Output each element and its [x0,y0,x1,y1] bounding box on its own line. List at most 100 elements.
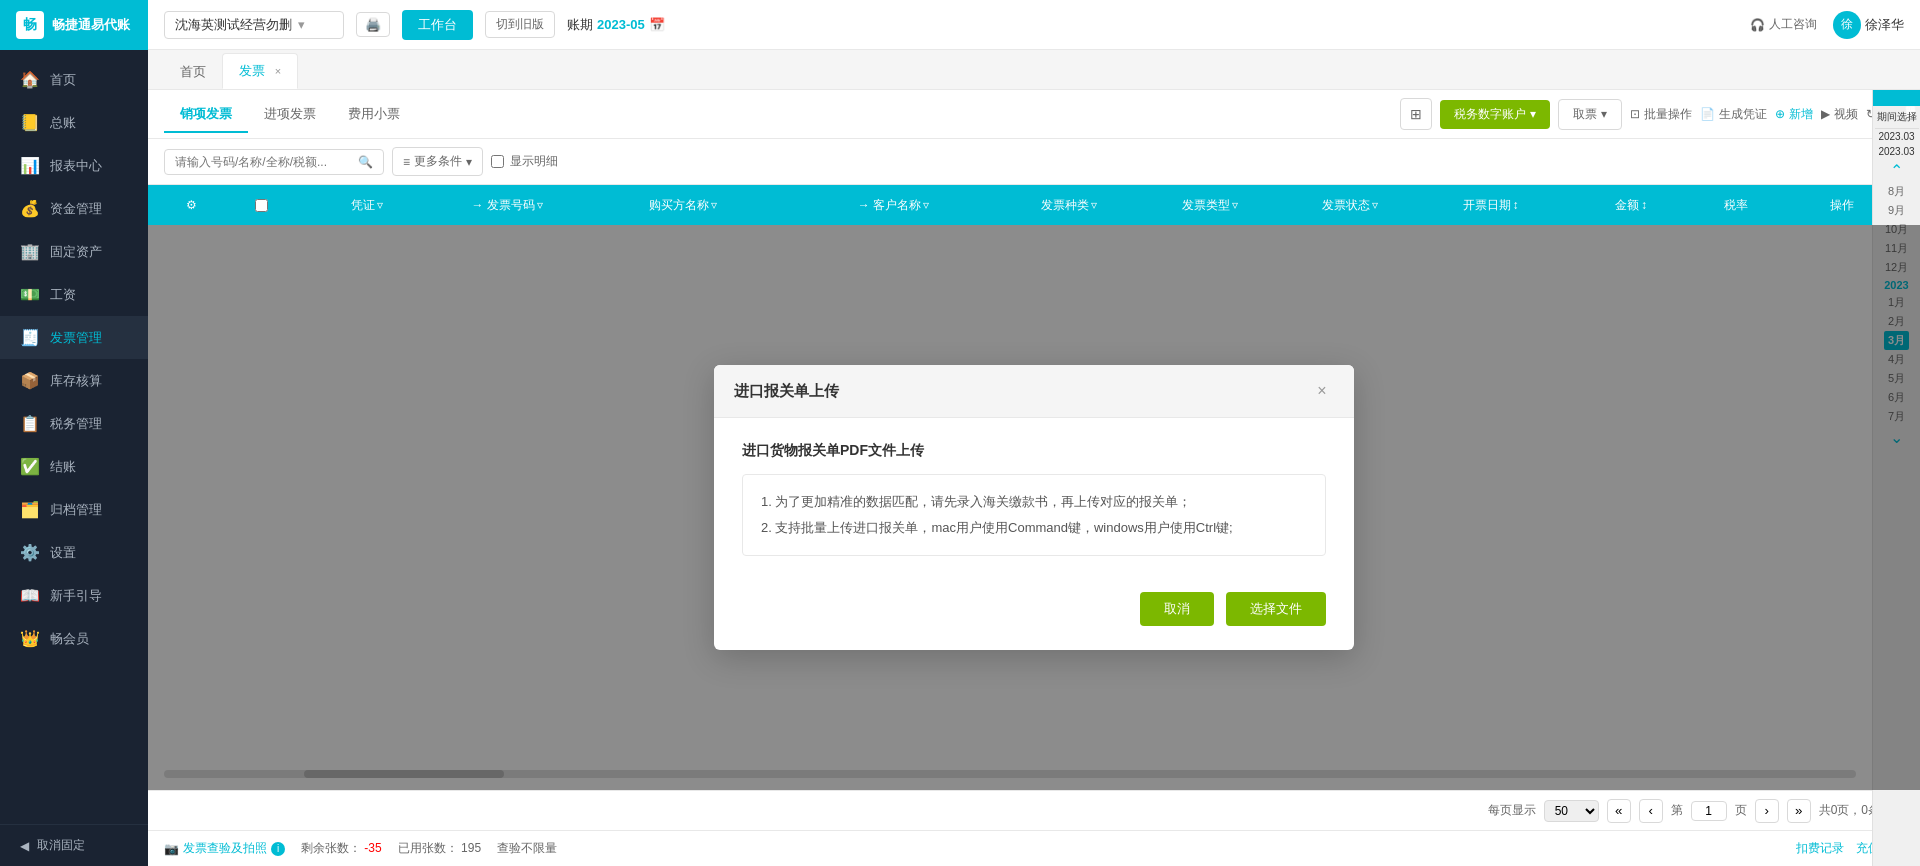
member-icon: 👑 [20,629,40,648]
cancel-ticket-button[interactable]: 取票 ▾ [1558,99,1622,130]
page-label: 第 [1671,802,1683,819]
dropdown-icon: ▾ [1530,107,1536,121]
video-button[interactable]: ▶ 视频 [1821,106,1858,123]
content-wrapper: 销项发票 进项发票 费用小票 ⊞ 税务数字账户 ▾ [148,90,1920,866]
first-page-button[interactable]: « [1607,799,1631,823]
tax-account-button[interactable]: 税务数字账户 ▾ [1440,100,1550,129]
sidebar-item-guide[interactable]: 📖 新手引导 [0,574,148,617]
used-count: 已用张数： 195 [398,840,481,857]
statusbar: 📷 发票查验及拍照 i 剩余张数： -35 已用张数： 195 查验不限量 扣费… [148,830,1920,866]
sidebar-item-label: 固定资产 [50,243,102,261]
last-page-button[interactable]: » [1787,799,1811,823]
purchase-record-link[interactable]: 扣费记录 [1796,840,1844,857]
home-icon: 🏠 [20,70,40,89]
inventory-icon: 📦 [20,371,40,390]
invoice-check-label[interactable]: 📷 发票查验及拍照 i [164,840,285,857]
sidebar-logo: 畅 畅捷通易代账 [0,0,148,50]
sidebar-item-settings[interactable]: ⚙️ 设置 [0,531,148,574]
sidebar-item-home[interactable]: 🏠 首页 [0,58,148,101]
batch-icon: ⊡ [1630,107,1640,121]
sidebar-item-funds[interactable]: 💰 资金管理 [0,187,148,230]
help-button[interactable]: 🎧 人工咨询 [1750,16,1817,33]
next-page-button[interactable]: › [1755,799,1779,823]
show-detail-checkbox[interactable] [491,155,504,168]
sidebar-item-member[interactable]: 👑 畅会员 [0,617,148,660]
sidebar-item-invoices[interactable]: 🧾 发票管理 [0,316,148,359]
sidebar-unpin-button[interactable]: ◀ 取消固定 [0,824,148,866]
company-selector[interactable]: 沈海英测试经营勿删 ▾ [164,11,344,39]
info-icon: i [271,842,285,856]
workbench-button[interactable]: 工作台 [402,10,473,40]
filter-icon: ▿ [377,198,383,212]
pagination: 每页显示 50 100 « ‹ 第 页 › » 共0页，0条记录 [148,790,1920,830]
invoices-icon: 🧾 [20,328,40,347]
new-invoice-button[interactable]: ⊕ 新增 [1775,106,1813,123]
select-all-checkbox[interactable] [255,199,268,212]
filter-icon: ▿ [1372,198,1378,212]
generate-voucher-button[interactable]: 📄 生成凭证 [1700,106,1767,123]
logo-text: 畅捷通易代账 [52,16,130,34]
sidebar-item-reports[interactable]: 📊 报表中心 [0,144,148,187]
page-size-select[interactable]: 50 100 [1544,800,1599,822]
calendar-icon[interactable]: 📅 [649,17,665,32]
sidebar: 畅 畅捷通易代账 🏠 首页 📒 总账 📊 报表中心 💰 资金管理 🏢 固定资产 … [0,0,148,866]
sidebar-item-archive[interactable]: 🗂️ 归档管理 [0,488,148,531]
scroll-up-icon[interactable]: ⌃ [1888,159,1905,182]
more-filter-button[interactable]: ≡ 更多条件 ▾ [392,147,483,176]
funds-icon: 💰 [20,199,40,218]
sidebar-item-salary[interactable]: 💵 工资 [0,273,148,316]
table-header: ⚙ 凭证 ▿ → 发票号码 ▿ 购买方名称 ▿ → 客户名 [148,185,1920,225]
sidebar-item-ledger[interactable]: 📒 总账 [0,101,148,144]
plus-icon: ⊕ [1775,107,1785,121]
old-version-button[interactable]: 切到旧版 [485,11,555,38]
archive-icon: 🗂️ [20,500,40,519]
prev-page-button[interactable]: ‹ [1639,799,1663,823]
tab-purchase-invoice[interactable]: 进项发票 [248,97,332,133]
period-month-8[interactable]: 8月 [1886,182,1907,201]
open-period-button[interactable]: 开票日期 [1873,90,1920,106]
user-menu[interactable]: 徐 徐泽华 [1833,11,1904,39]
grid-view-button[interactable]: ⊞ [1400,98,1432,130]
period-month-2023-03a[interactable]: 2023.03 [1876,129,1916,144]
filter-icon: ▿ [923,198,929,212]
sidebar-bottom-label: 取消固定 [37,837,85,854]
search-input[interactable] [175,155,352,169]
modal-close-button[interactable]: × [1310,379,1334,403]
print-button[interactable]: 🖨️ [356,12,390,37]
sidebar-item-label: 资金管理 [50,200,102,218]
th-customer-name: → 客户名称 ▿ [788,197,999,214]
batch-button[interactable]: ⊡ 批量操作 [1630,106,1692,123]
sidebar-item-label: 结账 [50,458,76,476]
sidebar-item-label: 设置 [50,544,76,562]
page-number-input[interactable] [1691,801,1727,821]
th-issue-date: 开票日期 ↕ [1420,197,1560,214]
import-customs-modal: 进口报关单上传 × 进口货物报关单PDF文件上传 1. 为了更加精准的数据匹配，… [714,365,1354,650]
avatar: 徐 [1833,11,1861,39]
sidebar-item-assets[interactable]: 🏢 固定资产 [0,230,148,273]
tab-invoice[interactable]: 发票 × [222,53,298,89]
sidebar-item-label: 报表中心 [50,157,102,175]
dropdown-icon: ▾ [1601,107,1607,121]
tab-close-icon[interactable]: × [275,65,281,77]
period-select-label: 期间选择 [1875,106,1919,129]
sort-icon: ↕ [1513,198,1519,212]
page-size-label: 每页显示 [1488,802,1536,819]
sidebar-item-inventory[interactable]: 📦 库存核算 [0,359,148,402]
filter-icon: ▿ [1232,198,1238,212]
sidebar-item-checkout[interactable]: ✅ 结账 [0,445,148,488]
tab-home[interactable]: 首页 [164,55,222,89]
filter-icon: ▿ [711,198,717,212]
tab-sales-invoice[interactable]: 销项发票 [164,97,248,133]
company-name: 沈海英测试经营勿删 [175,16,292,34]
modal-cancel-button[interactable]: 取消 [1140,592,1214,626]
video-icon: ▶ [1821,107,1830,121]
period-month-2023-03b[interactable]: 2023.03 [1876,144,1916,159]
show-detail-label[interactable]: 显示明细 [491,153,558,170]
th-invoice-status: 发票状态 ▿ [1280,197,1420,214]
sidebar-item-tax[interactable]: 📋 税务管理 [0,402,148,445]
modal-select-file-button[interactable]: 选择文件 [1226,592,1326,626]
tab-expense-receipt[interactable]: 费用小票 [332,97,416,133]
tax-icon: 📋 [20,414,40,433]
period-month-9[interactable]: 9月 [1886,201,1907,220]
filter-icon: ▿ [1091,198,1097,212]
